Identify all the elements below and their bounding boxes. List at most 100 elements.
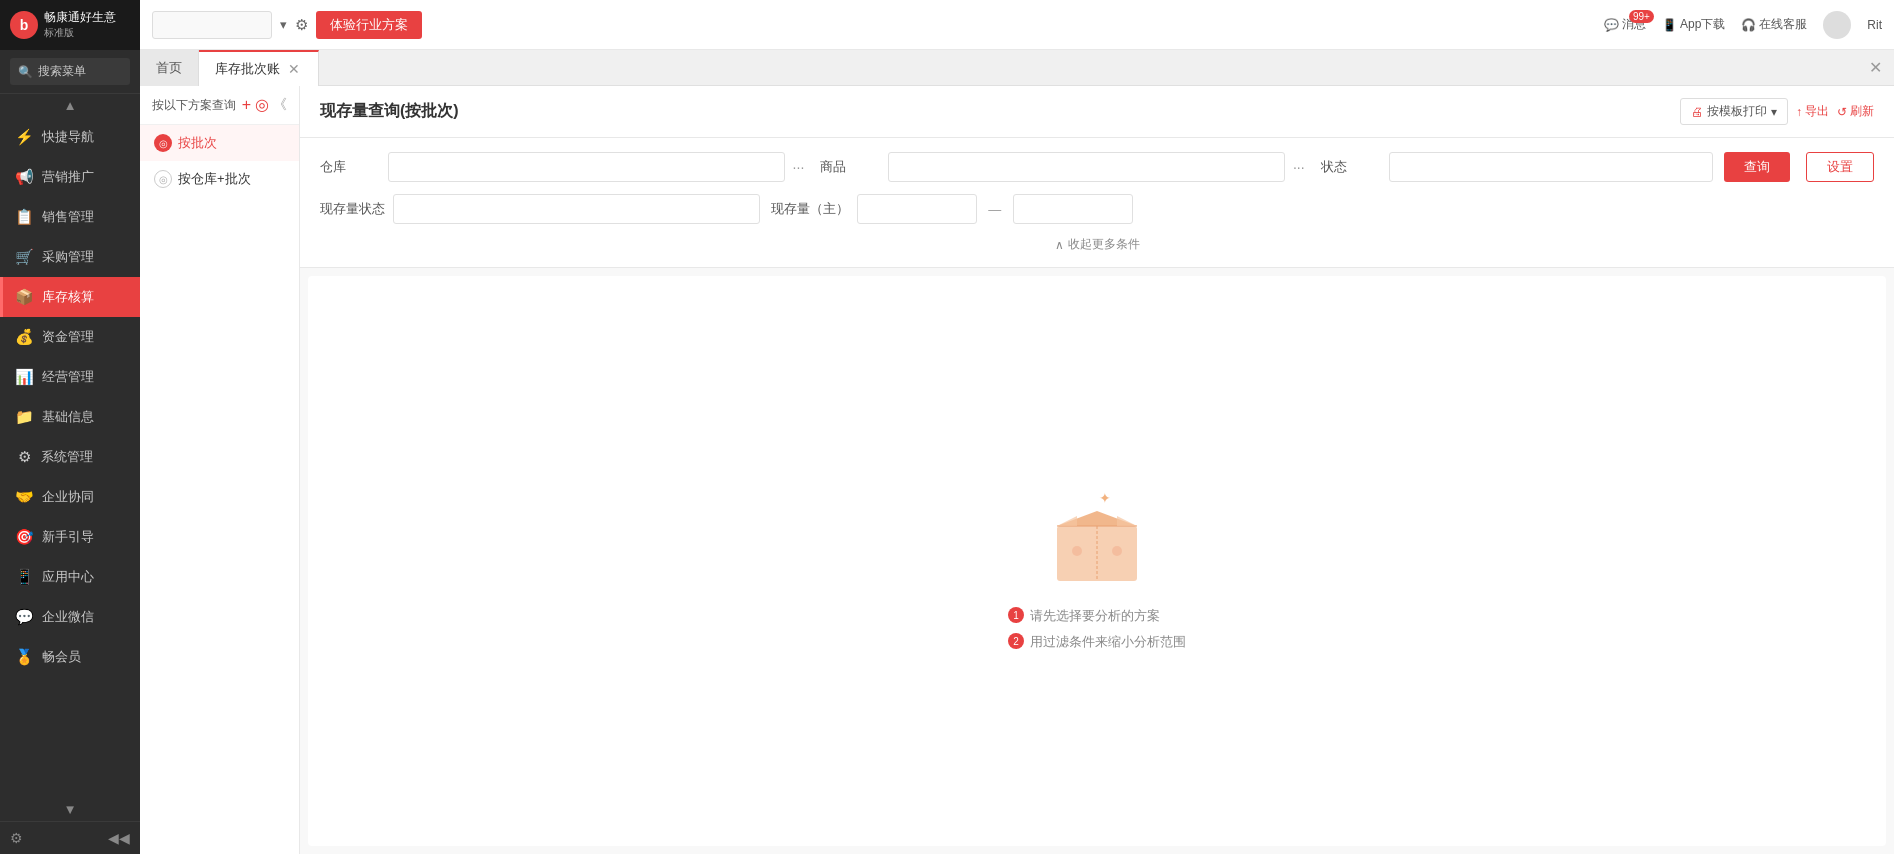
empty-illustration: ✦: [1037, 471, 1157, 591]
message-icon: 💬: [1604, 18, 1619, 32]
app-download-button[interactable]: 📱 App下载: [1662, 16, 1725, 33]
search-menu-button[interactable]: 🔍 搜索菜单: [10, 58, 130, 85]
trial-button[interactable]: 体验行业方案: [316, 11, 422, 39]
filter-area: 仓库 ··· 商品 ··· 状态: [300, 138, 1894, 268]
status-filter-select-wrap: [1389, 152, 1713, 182]
empty-tip-1: 1 请先选择要分析的方案: [1008, 607, 1186, 625]
collapse-filter-button[interactable]: ∧ 收起更多条件: [320, 236, 1874, 253]
empty-box-svg: ✦: [1037, 471, 1157, 591]
svg-point-8: [1112, 546, 1122, 556]
left-panel-collapse-button[interactable]: 《: [273, 96, 287, 114]
collapse-filter-icon: ∧: [1055, 238, 1064, 252]
inventory-icon: 📦: [15, 288, 34, 306]
settings-circle-icon: ◎: [255, 96, 269, 113]
username-label: Rit: [1867, 18, 1882, 32]
stock-amount-max-input[interactable]: [1013, 194, 1133, 224]
phone-icon: 📱: [1662, 18, 1677, 32]
status-filter-group: 状态 ▾: [1321, 152, 1708, 182]
tab-home[interactable]: 首页: [140, 50, 199, 86]
collapse-icon: 《: [273, 96, 287, 112]
sidebar-item-finance[interactable]: 💰 资金管理: [0, 317, 140, 357]
print-button[interactable]: 🖨 按模板打印 ▾: [1680, 98, 1788, 125]
sidebar-item-basic-info[interactable]: 📁 基础信息: [0, 397, 140, 437]
add-scheme-button[interactable]: +: [242, 97, 251, 113]
sidebar-item-vip[interactable]: 🏅 畅会员: [0, 637, 140, 677]
svg-marker-4: [1117, 516, 1137, 526]
tip-number-1: 1: [1008, 607, 1024, 623]
print-dropdown-icon: ▾: [1771, 105, 1777, 119]
scheme-item-batch[interactable]: ◎ 按批次: [140, 125, 299, 161]
sidebar-scroll-up-button[interactable]: ▲: [0, 94, 140, 117]
marketing-icon: 📢: [15, 168, 34, 186]
headset-icon: 🎧: [1741, 18, 1756, 32]
export-button[interactable]: ↑ 导出: [1796, 103, 1829, 120]
online-service-button[interactable]: 🎧 在线客服: [1741, 16, 1807, 33]
topbar-dropdown-button[interactable]: ▾: [280, 17, 287, 32]
guide-icon: 🎯: [15, 528, 34, 546]
status-filter-select[interactable]: [1389, 152, 1713, 182]
filter-settings-button[interactable]: 设置: [1806, 152, 1874, 182]
sidebar-item-marketing[interactable]: 📢 营销推广: [0, 157, 140, 197]
sidebar-item-operations[interactable]: 📊 经营管理: [0, 357, 140, 397]
sidebar-item-enterprise[interactable]: 🤝 企业协同: [0, 477, 140, 517]
sidebar-collapse-button[interactable]: ◀◀: [108, 830, 130, 846]
gear-icon: ⚙: [295, 16, 308, 33]
stock-status-filter-group: 现存量状态 ▾: [320, 194, 755, 224]
sidebar-item-app-center[interactable]: 📱 应用中心: [0, 557, 140, 597]
scheme-settings-button[interactable]: ◎: [255, 97, 269, 113]
left-panel: 按以下方案查询 + ◎ 《 ◎ 按批次 ◎: [140, 86, 300, 854]
close-all-tabs-button[interactable]: ✕: [1857, 58, 1894, 77]
sidebar-item-sales[interactable]: 📋 销售管理: [0, 197, 140, 237]
sidebar-navigation: ⚡ 快捷导航 📢 营销推广 📋 销售管理 🛒 采购管理 📦 库存核算 💰 资金管…: [0, 117, 140, 798]
tab-close-button[interactable]: ✕: [286, 62, 302, 76]
sidebar-footer: ⚙ ◀◀: [0, 821, 140, 854]
sidebar-header: b 畅康通好生意 标准版: [0, 0, 140, 50]
batch-scheme-icon: ◎: [154, 134, 172, 152]
sidebar-item-inventory[interactable]: 📦 库存核算: [0, 277, 140, 317]
stock-amount-label: 现存量（主）: [771, 200, 849, 218]
stock-status-select-wrap: [393, 194, 760, 224]
sidebar-item-guide[interactable]: 🎯 新手引导: [0, 517, 140, 557]
sidebar-item-purchase[interactable]: 🛒 采购管理: [0, 237, 140, 277]
topbar-search-input[interactable]: [152, 11, 272, 39]
product-filter-group: 商品 ···: [820, 152, 1304, 182]
sidebar-item-quick-nav[interactable]: ⚡ 快捷导航: [0, 117, 140, 157]
quick-nav-icon: ⚡: [15, 128, 34, 146]
scheme-item-warehouse-batch[interactable]: ◎ 按仓库+批次: [140, 161, 299, 197]
vip-icon: 🏅: [15, 648, 34, 666]
sidebar-settings-button[interactable]: ⚙: [10, 830, 23, 846]
empty-tip-2: 2 用过滤条件来缩小分析范围: [1008, 633, 1186, 651]
app-title-group: 畅康通好生意 标准版: [44, 10, 116, 40]
refresh-icon: ↺: [1837, 105, 1847, 119]
refresh-button[interactable]: ↺ 刷新: [1837, 103, 1874, 120]
basic-info-icon: 📁: [15, 408, 34, 426]
sales-icon: 📋: [15, 208, 34, 226]
sidebar-scroll-down-button[interactable]: ▼: [0, 798, 140, 821]
page-container: 按以下方案查询 + ◎ 《 ◎ 按批次 ◎: [140, 86, 1894, 854]
tab-inventory-batch[interactable]: 库存批次账 ✕: [199, 50, 319, 86]
empty-state: ✦ 1 请先选择要分析的方案 2 用过滤条件来缩小分析范围: [308, 276, 1886, 846]
product-filter-input[interactable]: [888, 152, 1285, 182]
messages-button[interactable]: 💬 消息 99+: [1604, 16, 1646, 33]
content-area: 现存量查询(按批次) 🖨 按模板打印 ▾ ↑ 导出 ↺ 刷新: [300, 86, 1894, 854]
product-more-button[interactable]: ···: [1293, 159, 1305, 175]
tabs-bar: 首页 库存批次账 ✕ ✕: [140, 50, 1894, 86]
stock-status-select[interactable]: [393, 194, 760, 224]
finance-icon: 💰: [15, 328, 34, 346]
app-center-icon: 📱: [15, 568, 34, 586]
left-panel-header: 按以下方案查询 + ◎ 《: [140, 86, 299, 125]
topbar-gear-button[interactable]: ⚙: [295, 16, 308, 34]
warehouse-more-button[interactable]: ···: [793, 159, 805, 175]
stock-amount-min-input[interactable]: [857, 194, 977, 224]
left-panel-actions: + ◎ 《: [242, 96, 287, 114]
warehouse-filter-input[interactable]: [388, 152, 785, 182]
sidebar-item-system[interactable]: ⚙ 系统管理: [0, 437, 140, 477]
page-title: 现存量查询(按批次): [320, 101, 459, 122]
query-button[interactable]: 查询: [1724, 152, 1790, 182]
tab-home-label: 首页: [156, 59, 182, 77]
app-name: 畅康通好生意: [44, 10, 116, 26]
filter-row-2: 现存量状态 ▾ 现存量（主） —: [320, 194, 1874, 224]
sidebar-item-enterprise-wechat[interactable]: 💬 企业微信: [0, 597, 140, 637]
left-panel-title: 按以下方案查询: [152, 97, 236, 114]
app-logo: b: [10, 11, 38, 39]
